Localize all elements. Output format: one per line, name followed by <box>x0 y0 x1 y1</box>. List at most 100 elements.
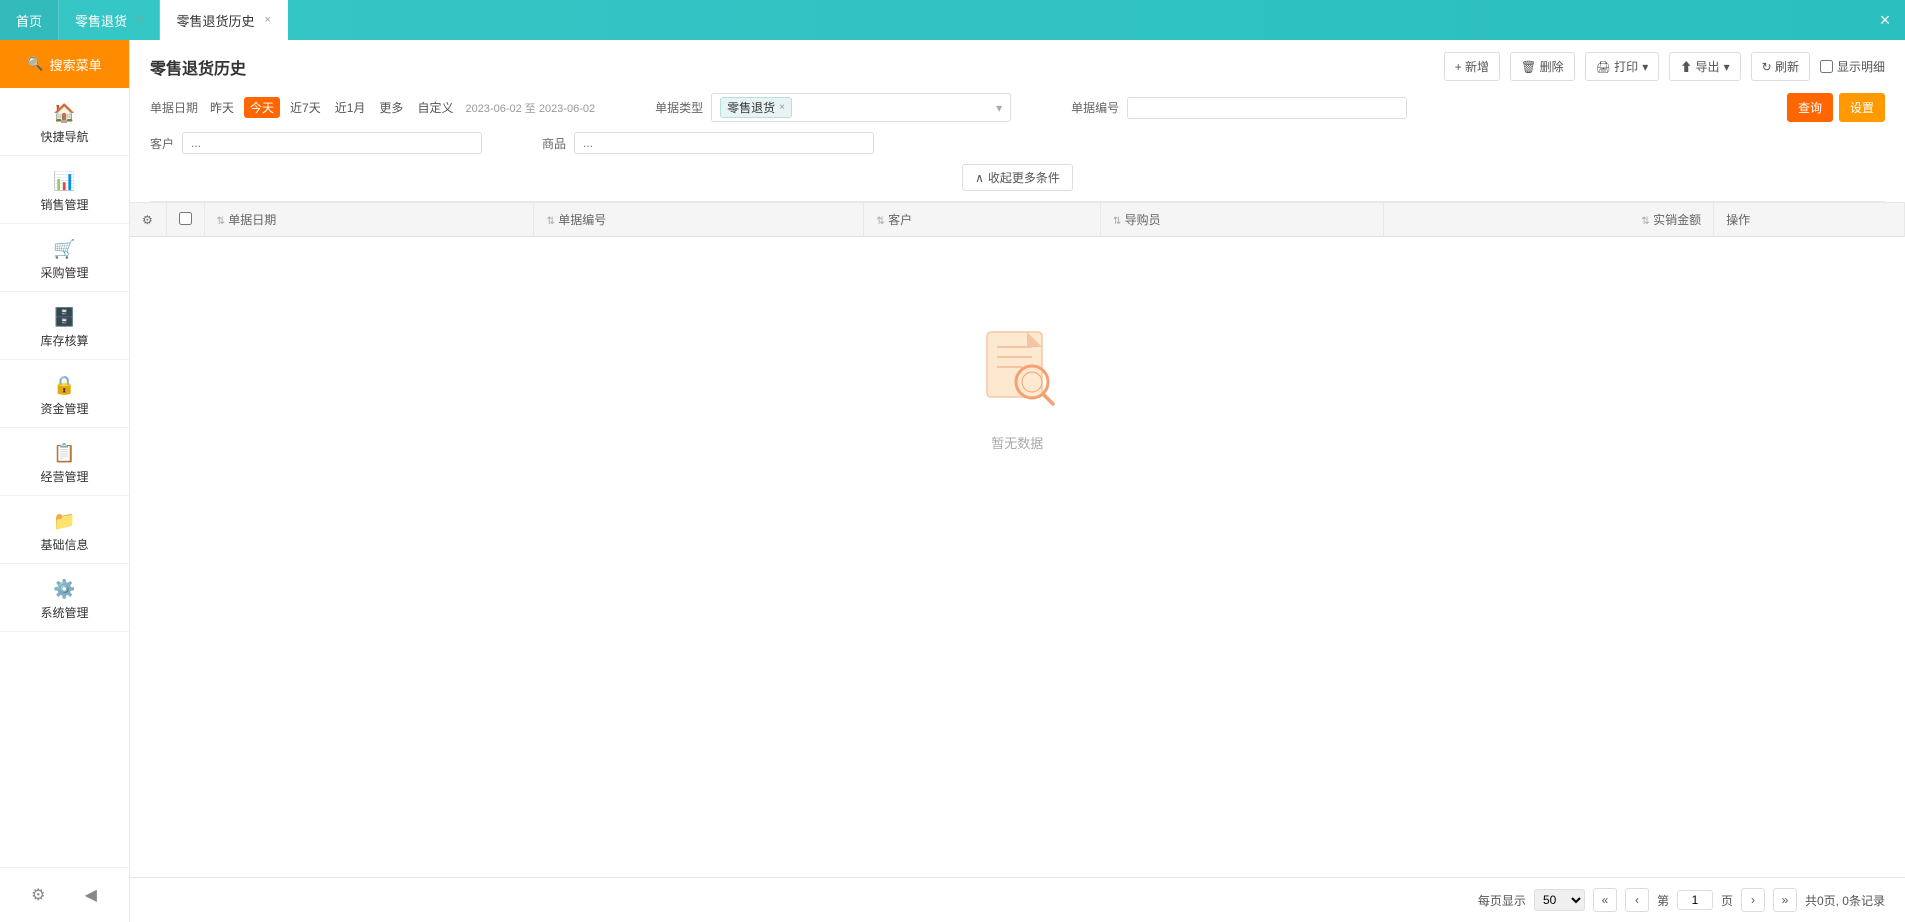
next-page-icon: › <box>1751 893 1755 907</box>
display-detail-input[interactable] <box>1820 60 1833 73</box>
page-title-row: 零售退货历史 + 新增 🗑 删除 🖨 打印 ▾ ⬆ 导出 ▾ <box>150 52 1885 81</box>
toolbar: + 新增 🗑 删除 🖨 打印 ▾ ⬆ 导出 ▾ ↻ 刷新 <box>1444 52 1885 81</box>
th-date: ⇅ 单据日期 <box>204 203 534 237</box>
window-close-button[interactable]: × <box>1865 0 1905 40</box>
per-page-label: 每页显示 <box>1478 892 1526 909</box>
customer-filter: 客户 <box>150 132 482 154</box>
sidebar-item-purchase-mgmt[interactable]: 🛒 采购管理 <box>0 224 129 292</box>
date-filter-label: 单据日期 <box>150 99 198 116</box>
date-shortcut-more[interactable]: 更多 <box>375 98 407 117</box>
sidebar-collapse-button[interactable]: ◀ <box>76 880 106 910</box>
customer-filter-label: 客户 <box>150 135 174 152</box>
date-shortcuts: 昨天 今天 近7天 近1月 更多 自定义 <box>206 97 457 118</box>
sidebar-bottom: ⚙ ◀ <box>0 867 129 922</box>
sort-icon[interactable]: ⇅ <box>217 216 225 227</box>
search-icon: 🔍 <box>27 56 43 72</box>
settings-icon[interactable]: ⚙ <box>142 213 153 227</box>
sidebar-item-label: 基础信息 <box>40 536 88 553</box>
sort-icon[interactable]: ⇅ <box>876 216 884 227</box>
sidebar: 🔍 搜索菜单 🏠 快捷导航 📊 销售管理 🛒 采购管理 🗄️ 库存核算 🔒 资金… <box>0 40 130 922</box>
collapse-button[interactable]: ∧ 收起更多条件 <box>962 164 1073 191</box>
th-settings[interactable]: ⚙ <box>130 203 166 237</box>
export-button[interactable]: ⬆ 导出 ▾ <box>1669 52 1740 81</box>
ops-icon: 📋 <box>54 442 76 464</box>
sidebar-item-sales-mgmt[interactable]: 📊 销售管理 <box>0 156 129 224</box>
date-shortcut-1month[interactable]: 近1月 <box>331 98 370 117</box>
th-checkbox[interactable] <box>166 203 204 237</box>
display-detail-checkbox[interactable]: 显示明细 <box>1820 58 1885 75</box>
tab-retail-return[interactable]: 零售退货 × <box>59 0 160 40</box>
chevron-down-icon: ▾ <box>1642 60 1648 74</box>
sidebar-item-label: 采购管理 <box>40 264 88 281</box>
th-voucher-no: ⇅ 单据编号 <box>534 203 864 237</box>
customer-input[interactable] <box>182 132 482 154</box>
date-shortcut-yesterday[interactable]: 昨天 <box>206 98 238 117</box>
filter-settings-button[interactable]: 设置 <box>1839 93 1885 122</box>
sidebar-settings-button[interactable]: ⚙ <box>23 880 53 910</box>
chevron-up-icon: ∧ <box>975 171 984 185</box>
main-layout: 🔍 搜索菜单 🏠 快捷导航 📊 销售管理 🛒 采购管理 🗄️ 库存核算 🔒 资金… <box>0 40 1905 922</box>
sidebar-item-system-mgmt[interactable]: ⚙️ 系统管理 <box>0 564 129 632</box>
print-button[interactable]: 🖨 打印 ▾ <box>1585 52 1660 81</box>
sort-icon[interactable]: ⇅ <box>546 216 554 227</box>
first-page-icon: « <box>1602 893 1609 907</box>
sort-icon[interactable]: ⇅ <box>1641 216 1649 227</box>
query-button[interactable]: 查询 <box>1787 93 1833 122</box>
date-filter: 单据日期 昨天 今天 近7天 近1月 更多 自定义 2023-06-02 至 2… <box>150 97 595 118</box>
type-filter-label: 单据类型 <box>655 99 703 116</box>
filter-row-1: 单据日期 昨天 今天 近7天 近1月 更多 自定义 2023-06-02 至 2… <box>150 93 1885 122</box>
tag-close-button[interactable]: × <box>779 102 785 113</box>
tab-retail-return-history[interactable]: 零售退货历史 × <box>160 0 287 40</box>
sidebar-item-label: 销售管理 <box>40 196 88 213</box>
delete-button[interactable]: 🗑 删除 <box>1510 52 1575 81</box>
table-header-row: ⚙ ⇅ 单据日期 ⇅ 单据编号 <box>130 203 1905 237</box>
date-range-text: 2023-06-02 至 2023-06-02 <box>465 100 595 116</box>
date-shortcut-7days[interactable]: 近7天 <box>286 98 325 117</box>
select-all-checkbox[interactable] <box>179 212 192 225</box>
tab-home[interactable]: 首页 <box>0 0 59 40</box>
info-icon: 📁 <box>54 510 76 532</box>
content-area: 零售退货历史 + 新增 🗑 删除 🖨 打印 ▾ ⬆ 导出 ▾ <box>130 40 1905 922</box>
sidebar-item-quick-nav[interactable]: 🏠 快捷导航 <box>0 88 129 156</box>
next-page-button[interactable]: › <box>1741 888 1765 912</box>
last-page-button[interactable]: » <box>1773 888 1797 912</box>
sidebar-item-label: 库存核算 <box>40 332 88 349</box>
th-guide: ⇅ 导购员 <box>1100 203 1383 237</box>
empty-text: 暂无数据 <box>991 433 1043 452</box>
collapse-icon: ◀ <box>85 885 97 905</box>
chart-icon: 📊 <box>54 170 76 192</box>
finance-icon: 🔒 <box>54 374 76 396</box>
table-area: ⚙ ⇅ 单据日期 ⇅ 单据编号 <box>130 203 1905 922</box>
th-customer: ⇅ 客户 <box>864 203 1101 237</box>
sidebar-item-label: 快捷导航 <box>40 128 88 145</box>
date-shortcut-custom[interactable]: 自定义 <box>413 98 457 117</box>
first-page-button[interactable]: « <box>1593 888 1617 912</box>
voucher-filter-label: 单据编号 <box>1071 99 1119 116</box>
goods-filter-label: 商品 <box>542 135 566 152</box>
sidebar-item-basic-info[interactable]: 📁 基础信息 <box>0 496 129 564</box>
tab-close-retail-return[interactable]: × <box>137 14 143 26</box>
page-number-input[interactable] <box>1677 890 1713 910</box>
per-page-select[interactable]: 50 10 20 100 <box>1534 889 1585 911</box>
type-tag: 零售退货 × <box>720 97 792 118</box>
th-actions: 操作 <box>1714 203 1905 237</box>
voucher-input[interactable] <box>1127 97 1407 119</box>
top-bar: 首页 零售退货 × 零售退货历史 × × <box>0 0 1905 40</box>
table-container: ⚙ ⇅ 单据日期 ⇅ 单据编号 <box>130 203 1905 877</box>
type-select[interactable]: 零售退货 × ▾ <box>711 93 1011 122</box>
sidebar-item-finance-mgmt[interactable]: 🔒 资金管理 <box>0 360 129 428</box>
page-title: 零售退货历史 <box>150 55 246 79</box>
refresh-button[interactable]: ↻ 刷新 <box>1751 52 1810 81</box>
sidebar-item-ops-mgmt[interactable]: 📋 经营管理 <box>0 428 129 496</box>
add-button[interactable]: + 新增 <box>1444 52 1500 81</box>
date-shortcut-today[interactable]: 今天 <box>244 97 280 118</box>
sidebar-item-inventory[interactable]: 🗄️ 库存核算 <box>0 292 129 360</box>
last-page-icon: » <box>1782 893 1789 907</box>
page-header: 零售退货历史 + 新增 🗑 删除 🖨 打印 ▾ ⬆ 导出 ▾ <box>130 40 1905 203</box>
storage-icon: 🗄️ <box>54 306 76 328</box>
prev-page-button[interactable]: ‹ <box>1625 888 1649 912</box>
sidebar-search[interactable]: 🔍 搜索菜单 <box>0 40 129 88</box>
tab-close-retail-return-history[interactable]: × <box>264 14 270 26</box>
goods-input[interactable] <box>574 132 874 154</box>
sort-icon[interactable]: ⇅ <box>1113 216 1121 227</box>
